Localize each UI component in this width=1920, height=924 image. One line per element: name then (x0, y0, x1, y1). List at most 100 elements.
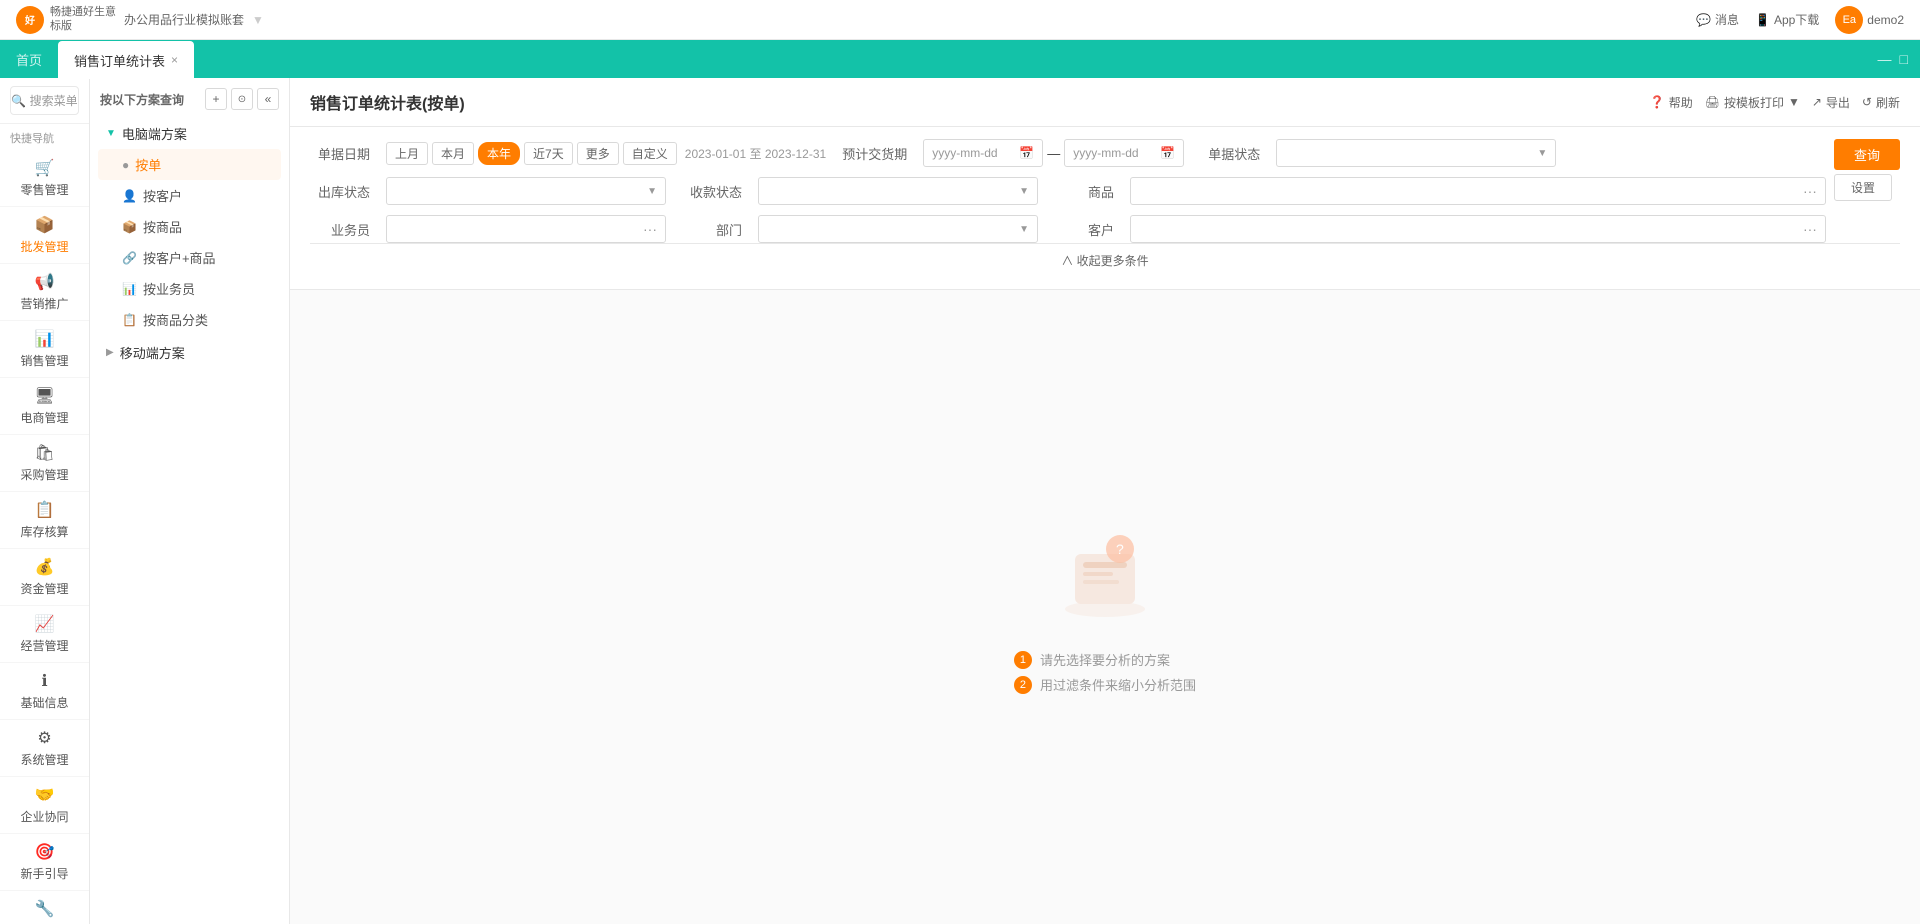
shipment-label: 出库状态 (310, 182, 370, 201)
maximize-btn[interactable]: □ (1900, 51, 1908, 67)
by-order-label: 按单 (135, 155, 161, 174)
purchase-label: 采购管理 (20, 466, 68, 483)
empty-illustration: ? (1045, 514, 1165, 634)
export-btn[interactable]: ↗ 导出 (1812, 94, 1850, 111)
marketing-label: 营销推广 (20, 295, 68, 312)
panel-collapse-btn[interactable]: « (257, 88, 279, 110)
panel-item-by-goods[interactable]: 📦 按商品 (98, 211, 281, 242)
customer-dots[interactable]: ··· (1803, 221, 1817, 237)
custom-btn[interactable]: 自定义 (623, 142, 677, 165)
customer-box[interactable]: ··· (1130, 215, 1826, 243)
sidebar-search-btn[interactable]: 🔍 搜索菜单 (10, 86, 79, 115)
newbie-label: 新手引导 (20, 865, 68, 882)
this-month-btn[interactable]: 本月 (432, 142, 474, 165)
panel-group-mobile-header[interactable]: ▶ 移动端方案 (98, 337, 281, 368)
prev-month-btn[interactable]: 上月 (386, 142, 428, 165)
panel-group-mobile: ▶ 移动端方案 (98, 337, 281, 368)
shipment-status-box[interactable]: ▼ (386, 177, 666, 205)
date-to-input[interactable]: yyyy-mm-dd 📅 (1064, 139, 1184, 167)
query-btn[interactable]: 查询 (1834, 139, 1900, 170)
inventory-label: 库存核算 (20, 523, 68, 540)
more-btn[interactable]: 更多 (577, 142, 619, 165)
message-btn[interactable]: 💬 消息 (1696, 11, 1739, 28)
panel-item-by-staff[interactable]: 📊 按业务员 (98, 273, 281, 304)
order-status-select: ▼ (1276, 139, 1556, 167)
staff-box[interactable]: ··· (386, 215, 666, 243)
goods-dots[interactable]: ··· (1803, 183, 1817, 199)
tab-close-icon[interactable]: × (171, 53, 178, 67)
sidebar-item-purchase[interactable]: 🛍 采购管理 (0, 435, 89, 492)
help-btn[interactable]: ❓ 帮助 (1650, 94, 1693, 111)
svg-text:?: ? (1116, 541, 1124, 557)
sidebar-item-newbie[interactable]: 🎯 新手引导 (0, 834, 89, 891)
tab-sales-stats[interactable]: 销售订单统计表 × (58, 41, 194, 79)
setting-btn[interactable]: 设置 (1834, 174, 1892, 201)
filter-area: 单据日期 上月 本月 本年 近7天 更多 自定义 2023-01-01 至 20… (290, 127, 1920, 290)
hint-2-num: 2 (1014, 676, 1032, 694)
sidebar-item-inventory[interactable]: 📋 库存核算 (0, 492, 89, 549)
date-from-input[interactable]: yyyy-mm-dd 📅 (923, 139, 1043, 167)
hint-1-num: 1 (1014, 651, 1032, 669)
sidebar-item-ecommerce[interactable]: 🖥 电商管理 (0, 378, 89, 435)
sidebar-item-appstore[interactable]: 🔧 应用中心 (0, 891, 89, 924)
tab-home[interactable]: 首页 (0, 40, 58, 78)
last-7-btn[interactable]: 近7天 (524, 142, 573, 165)
sidebar-item-wholesale[interactable]: 📦 批发管理 (0, 207, 89, 264)
panel-item-by-order[interactable]: ● 按单 (98, 149, 281, 180)
logo-text: 畅捷通好生意 标版 (50, 6, 116, 32)
by-goods-label: 按商品 (143, 217, 182, 236)
print-arrow-icon: ▼ (1788, 95, 1800, 109)
hint-2: 2 用过滤条件来缩小分析范围 (1014, 675, 1196, 694)
marketing-icon: 📢 (35, 272, 55, 292)
export-label: 导出 (1826, 94, 1850, 111)
goods-box[interactable]: ··· (1130, 177, 1826, 205)
minimize-btn[interactable]: — (1878, 51, 1892, 67)
date-btn-group: 上月 本月 本年 近7天 更多 自定义 2023-01-01 至 2023-12… (386, 142, 826, 165)
sidebar-item-corp[interactable]: 🤝 企业协同 (0, 777, 89, 834)
panel-add-btn[interactable]: + (205, 88, 227, 110)
right-main: 销售订单统计表(按单) ❓ 帮助 🖨 按模板打印 ▼ ↗ 导出 (290, 78, 1920, 924)
by-cust-goods-icon: 🔗 (122, 251, 137, 265)
message-label: 消息 (1715, 11, 1739, 28)
panel-item-by-customer[interactable]: 👤 按客户 (98, 180, 281, 211)
panel-edit-btn[interactable]: ⊙ (231, 88, 253, 110)
by-staff-label: 按业务员 (143, 279, 195, 298)
operations-label: 经营管理 (20, 637, 68, 654)
sidebar-item-operations[interactable]: 📈 经营管理 (0, 606, 89, 663)
empty-state: ? 1 请先选择要分析的方案 2 用过滤条件来缩小分析范围 (290, 290, 1920, 924)
corp-label: 企业协同 (20, 808, 68, 825)
print-icon: 🖨 (1705, 95, 1720, 109)
sidebar-item-basic[interactable]: ℹ 基础信息 (0, 663, 89, 720)
print-btn[interactable]: 🖨 按模板打印 ▼ (1705, 94, 1800, 111)
sidebar-item-marketing[interactable]: 📢 营销推广 (0, 264, 89, 321)
panel-item-by-category[interactable]: 📋 按商品分类 (98, 304, 281, 335)
filter-row-2: 出库状态 ▼ 收款状态 ▼ (310, 177, 1826, 205)
search-icon: 🔍 (11, 94, 26, 108)
receipt-status-box[interactable]: ▼ (758, 177, 1038, 205)
staff-select: ··· (386, 215, 666, 243)
panel-item-by-cust-goods[interactable]: 🔗 按客户+商品 (98, 242, 281, 273)
ecommerce-label: 电商管理 (20, 409, 68, 426)
operations-icon: 📈 (35, 614, 55, 634)
breadcrumb-arrow[interactable]: ▼ (252, 13, 264, 27)
left-panel: 按以下方案查询 + ⊙ « ▼ 电脑端方案 ● 按单 (90, 78, 290, 924)
user-area[interactable]: Ea demo2 (1835, 6, 1904, 34)
by-staff-icon: 📊 (122, 282, 137, 296)
dept-select: ▼ (758, 215, 1038, 243)
sidebar-item-sales[interactable]: 📊 销售管理 (0, 321, 89, 378)
date-to-placeholder: yyyy-mm-dd (1073, 146, 1138, 160)
panel-group-pc-header[interactable]: ▼ 电脑端方案 (98, 118, 281, 149)
app-download-btn[interactable]: 📱 App下载 (1755, 11, 1819, 28)
dept-box[interactable]: ▼ (758, 215, 1038, 243)
sidebar-item-system[interactable]: ⚙ 系统管理 (0, 720, 89, 777)
order-status-box[interactable]: ▼ (1276, 139, 1556, 167)
refresh-btn[interactable]: ↺ 刷新 (1862, 94, 1900, 111)
collapse-bar[interactable]: ∧ 收起更多条件 (310, 243, 1900, 277)
this-year-btn[interactable]: 本年 (478, 142, 520, 165)
top-bar-left: 好 畅捷通好生意 标版 办公用品行业模拟账套 ▼ (16, 6, 264, 34)
main-layout: 🔍 搜索菜单 快捷导航 🛒 零售管理 📦 批发管理 📢 营销推广 📊 销售管理 … (0, 78, 1920, 924)
date-label: 单据日期 (310, 144, 370, 163)
staff-dots[interactable]: ··· (643, 221, 657, 237)
sidebar-item-retail[interactable]: 🛒 零售管理 (0, 150, 89, 207)
sidebar-item-finance[interactable]: 💰 资金管理 (0, 549, 89, 606)
